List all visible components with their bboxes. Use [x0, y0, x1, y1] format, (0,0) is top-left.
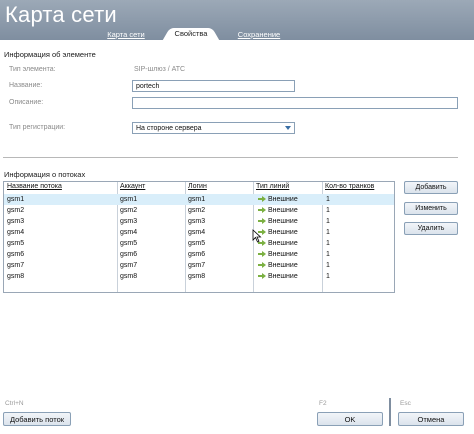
streams-title: Информация о потоках	[4, 170, 86, 179]
line-type-text: Внешние	[268, 273, 298, 280]
cell-name: gsm4	[7, 229, 25, 236]
cancel-button[interactable]: Отмена	[398, 412, 464, 426]
green-arrow-icon	[258, 206, 266, 213]
tab-saving[interactable]: Сохранение	[237, 29, 281, 40]
cell-line-type: Внешние	[256, 249, 298, 260]
mouse-cursor-icon	[252, 229, 262, 243]
tab-network-map[interactable]: Карта сети	[107, 29, 145, 40]
description-label: Описание:	[9, 99, 44, 106]
line-type-text: Внешние	[268, 229, 298, 236]
edit-button[interactable]: Изменить	[404, 202, 458, 215]
cell-line-type: Внешние	[256, 227, 298, 238]
registration-type-select[interactable]: На стороне сервера	[132, 122, 295, 134]
cell-name: gsm7	[7, 262, 25, 269]
table-row[interactable]: gsm7 gsm7 gsm7 Внешние 1	[4, 260, 394, 271]
footer-divider	[389, 398, 391, 426]
column-header-login[interactable]: Логин	[186, 182, 254, 192]
cell-line-type: Внешние	[256, 205, 298, 216]
cell-line-type: Внешние	[256, 194, 298, 205]
cell-line-type: Внешние	[256, 238, 298, 249]
add-button[interactable]: Добавить	[404, 181, 458, 194]
table-row[interactable]: gsm1 gsm1 gsm1 Внешние 1	[4, 194, 394, 205]
green-arrow-icon	[258, 261, 266, 268]
cell-login: gsm2	[188, 207, 206, 214]
cell-account: gsm7	[120, 262, 138, 269]
add-stream-hotkey: Ctrl+N	[5, 400, 24, 407]
line-type-text: Внешние	[268, 251, 298, 258]
ok-button[interactable]: OK	[317, 412, 383, 426]
name-input[interactable]: portech	[132, 80, 295, 92]
description-input[interactable]	[132, 97, 458, 109]
column-header-name[interactable]: Название потока	[5, 182, 118, 192]
line-type-text: Внешние	[268, 218, 298, 225]
app-header: Карта сети Карта сети Свойства Сохранени…	[0, 0, 474, 41]
cell-account: gsm6	[120, 251, 138, 258]
cell-name: gsm6	[7, 251, 25, 258]
element-info-title: Информация об элементе	[4, 50, 96, 59]
cell-trunks: 1	[326, 251, 330, 258]
line-type-text: Внешние	[268, 262, 298, 269]
type-value: SIP-шлюз / АТС	[134, 66, 186, 73]
cell-name: gsm8	[7, 273, 25, 280]
table-row[interactable]: gsm5 gsm5 gsm5 Внешние 1	[4, 238, 394, 249]
cell-name: gsm5	[7, 240, 25, 247]
cell-account: gsm8	[120, 273, 138, 280]
chevron-down-icon	[285, 126, 291, 130]
tab-properties-label: Свойства	[174, 29, 208, 38]
delete-button[interactable]: Удалить	[404, 222, 458, 235]
cell-login: gsm4	[188, 229, 206, 236]
cell-account: gsm5	[120, 240, 138, 247]
line-type-text: Внешние	[268, 240, 298, 247]
line-type-text: Внешние	[268, 196, 298, 203]
registration-type-value: На стороне сервера	[136, 125, 202, 132]
cell-trunks: 1	[326, 273, 330, 280]
cell-line-type: Внешние	[256, 271, 298, 282]
line-type-text: Внешние	[268, 207, 298, 214]
cell-login: gsm5	[188, 240, 206, 247]
section-divider	[3, 157, 458, 158]
cell-name: gsm2	[7, 207, 25, 214]
table-row[interactable]: gsm6 gsm6 gsm6 Внешние 1	[4, 249, 394, 260]
green-arrow-icon	[258, 217, 266, 224]
cell-account: gsm3	[120, 218, 138, 225]
green-arrow-icon	[258, 272, 266, 279]
cell-login: gsm3	[188, 218, 206, 225]
column-header-trunks[interactable]: Кол-во транков	[323, 182, 393, 192]
green-arrow-icon	[258, 195, 266, 202]
table-row[interactable]: gsm4 gsm4 gsm4 Внешние 1	[4, 227, 394, 238]
cell-trunks: 1	[326, 229, 330, 236]
table-row[interactable]: gsm8 gsm8 gsm8 Внешние 1	[4, 271, 394, 282]
tab-properties[interactable]: Свойства	[172, 28, 210, 41]
cell-trunks: 1	[326, 196, 330, 203]
ok-hotkey: F2	[319, 400, 327, 407]
cell-line-type: Внешние	[256, 260, 298, 271]
cell-trunks: 1	[326, 207, 330, 214]
name-label: Название:	[9, 82, 43, 89]
streams-table: Название потока Аккаунт Логин Тип линий …	[3, 181, 395, 293]
cell-name: gsm3	[7, 218, 25, 225]
cancel-hotkey: Esc	[400, 400, 411, 407]
cell-login: gsm1	[188, 196, 206, 203]
cell-line-type: Внешние	[256, 216, 298, 227]
column-header-line-type[interactable]: Тип линий	[254, 182, 322, 192]
cell-login: gsm6	[188, 251, 206, 258]
add-stream-button[interactable]: Добавить поток	[3, 412, 71, 426]
table-header: Название потока Аккаунт Логин Тип линий …	[4, 182, 394, 192]
cell-trunks: 1	[326, 240, 330, 247]
column-header-account[interactable]: Аккаунт	[118, 182, 186, 192]
cell-login: gsm8	[188, 273, 206, 280]
cell-trunks: 1	[326, 218, 330, 225]
app-title: Карта сети	[5, 2, 117, 27]
type-label: Тип элемента:	[9, 66, 56, 73]
cell-login: gsm7	[188, 262, 206, 269]
cell-trunks: 1	[326, 262, 330, 269]
cell-account: gsm4	[120, 229, 138, 236]
registration-type-label: Тип регистрации:	[9, 124, 66, 131]
cell-account: gsm2	[120, 207, 138, 214]
table-row[interactable]: gsm2 gsm2 gsm2 Внешние 1	[4, 205, 394, 216]
cell-account: gsm1	[120, 196, 138, 203]
green-arrow-icon	[258, 250, 266, 257]
table-row[interactable]: gsm3 gsm3 gsm3 Внешние 1	[4, 216, 394, 227]
cell-name: gsm1	[7, 196, 25, 203]
